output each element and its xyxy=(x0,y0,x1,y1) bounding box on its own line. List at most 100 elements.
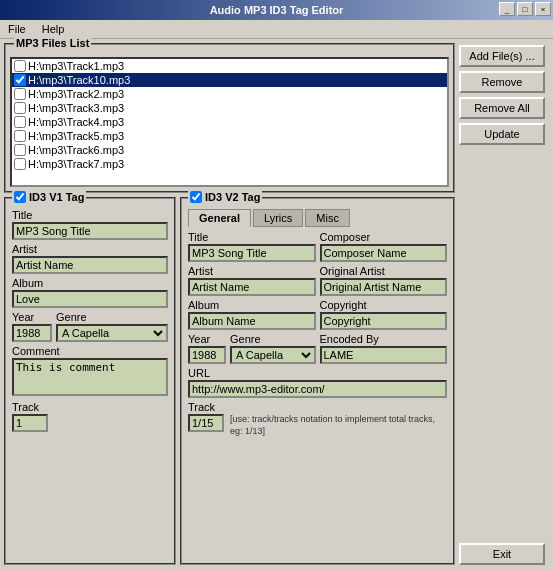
id3v2-composer-label: Composer xyxy=(320,231,448,243)
id3v2-album-label: Album xyxy=(188,299,316,311)
id3v2-label: ID3 V2 Tag xyxy=(205,191,260,203)
file-checkbox-1[interactable] xyxy=(14,60,26,72)
id3v2-year-row: Year Genre A Capella Blues Pop Rock xyxy=(188,333,447,364)
tab-misc[interactable]: Misc xyxy=(305,209,350,227)
id3v1-year-genre-row: Year Genre A Capella Blues Classic Rock … xyxy=(12,311,168,342)
id3v2-composer-input[interactable] xyxy=(320,244,448,262)
id3v2-artist-col: Artist xyxy=(188,265,316,296)
file-item[interactable]: H:\mp3\Track5.mp3 xyxy=(12,129,447,143)
id3v1-year-input[interactable] xyxy=(12,324,52,342)
id3v2-title-label: Title xyxy=(188,231,316,243)
id3v2-copyright-label: Copyright xyxy=(320,299,448,311)
id3v2-orig-artist-label: Original Artist xyxy=(320,265,448,277)
id3v2-artist-row: Artist Original Artist xyxy=(188,265,447,296)
id3v2-tabs: General Lyrics Misc xyxy=(188,209,447,227)
file-checkbox-3[interactable] xyxy=(14,88,26,100)
mp3-list-label: MP3 Files List xyxy=(14,37,91,49)
id3v1-comment-input[interactable]: This is comment xyxy=(12,358,168,396)
close-button[interactable]: × xyxy=(535,2,551,16)
id3v2-url-label: URL xyxy=(188,367,447,379)
id3v2-panel-title: ID3 V2 Tag xyxy=(188,191,262,203)
id3v2-track-label: Track xyxy=(188,401,447,413)
id3v2-url-row: URL xyxy=(188,367,447,398)
id3v2-copyright-input[interactable] xyxy=(320,312,448,330)
exit-button[interactable]: Exit xyxy=(459,543,545,565)
file-checkbox-8[interactable] xyxy=(14,158,26,170)
file-checkbox-7[interactable] xyxy=(14,144,26,156)
right-panel: Add File(s) ... Remove Remove All Update… xyxy=(459,43,549,565)
id3v1-album-input[interactable] xyxy=(12,290,168,308)
tab-general[interactable]: General xyxy=(188,209,251,227)
file-checkbox-6[interactable] xyxy=(14,130,26,142)
file-item[interactable]: H:\mp3\Track3.mp3 xyxy=(12,101,447,115)
id3v2-composer-col: Composer xyxy=(320,231,448,262)
file-item[interactable]: H:\mp3\Track2.mp3 xyxy=(12,87,447,101)
add-files-button[interactable]: Add File(s) ... xyxy=(459,45,545,67)
id3v2-orig-artist-input[interactable] xyxy=(320,278,448,296)
minimize-button[interactable]: _ xyxy=(499,2,515,16)
id3v2-album-row: Album Copyright xyxy=(188,299,447,330)
id3v2-genre-wrap: Genre A Capella Blues Pop Rock xyxy=(230,333,316,364)
main-layout: MP3 Files List H:\mp3\Track1.mp3 H:\mp3\… xyxy=(0,39,553,569)
id3v2-copyright-col: Copyright xyxy=(320,299,448,330)
file-checkbox-2[interactable] xyxy=(14,74,26,86)
id3v1-track-input[interactable] xyxy=(12,414,48,432)
id3v2-track-hint: [use: track/tracks notation to implement… xyxy=(230,414,447,437)
id3v1-genre-label: Genre xyxy=(56,311,168,323)
id3v2-genre-select[interactable]: A Capella Blues Pop Rock xyxy=(230,346,316,364)
id3v1-genre-col: Genre A Capella Blues Classic Rock Count… xyxy=(56,311,168,342)
id3v1-year-col: Year xyxy=(12,311,52,342)
file-checkbox-4[interactable] xyxy=(14,102,26,114)
remove-all-button[interactable]: Remove All xyxy=(459,97,545,119)
id3v1-checkbox[interactable] xyxy=(14,191,26,203)
id3v2-year-input[interactable] xyxy=(188,346,226,364)
id3v1-label: ID3 V1 Tag xyxy=(29,191,84,203)
id3v2-track-input[interactable] xyxy=(188,414,224,432)
file-item[interactable]: H:\mp3\Track6.mp3 xyxy=(12,143,447,157)
id3v2-artist-label: Artist xyxy=(188,265,316,277)
id3v1-year-label: Year xyxy=(12,311,52,323)
maximize-button[interactable]: □ xyxy=(517,2,533,16)
id3v2-track-row: Track [use: track/tracks notation to imp… xyxy=(188,401,447,437)
id3v2-track-hint-row: [use: track/tracks notation to implement… xyxy=(188,414,447,437)
id3v2-artist-input[interactable] xyxy=(188,278,316,296)
id3v2-encoded-label: Encoded By xyxy=(320,333,448,345)
id3v1-title-input[interactable] xyxy=(12,222,168,240)
file-checkbox-5[interactable] xyxy=(14,116,26,128)
id3v2-url-input[interactable] xyxy=(188,380,447,398)
tags-area: ID3 V1 Tag Title Artist Album Year Genre xyxy=(4,197,455,565)
id3v2-panel: ID3 V2 Tag General Lyrics Misc Title xyxy=(180,197,455,565)
id3v2-year-wrap: Year xyxy=(188,333,226,364)
id3v2-title-col: Title xyxy=(188,231,316,262)
mp3-files-group: MP3 Files List H:\mp3\Track1.mp3 H:\mp3\… xyxy=(4,43,455,193)
file-item[interactable]: H:\mp3\Track4.mp3 xyxy=(12,115,447,129)
id3v1-title-label: Title xyxy=(12,209,168,221)
id3v2-album-input[interactable] xyxy=(188,312,316,330)
id3v2-encoded-col: Encoded By xyxy=(320,333,448,364)
file-list[interactable]: H:\mp3\Track1.mp3 H:\mp3\Track10.mp3 H:\… xyxy=(10,57,449,187)
file-item[interactable]: H:\mp3\Track1.mp3 xyxy=(12,59,447,73)
id3v2-orig-artist-col: Original Artist xyxy=(320,265,448,296)
update-button[interactable]: Update xyxy=(459,123,545,145)
id3v2-genre-label: Genre xyxy=(230,333,316,345)
id3v2-encoded-input[interactable] xyxy=(320,346,448,364)
id3v1-genre-select[interactable]: A Capella Blues Classic Rock Country Pop… xyxy=(56,324,168,342)
file-item-selected[interactable]: H:\mp3\Track10.mp3 xyxy=(12,73,447,87)
menu-file[interactable]: File xyxy=(4,22,30,36)
id3v2-checkbox[interactable] xyxy=(190,191,202,203)
id3v2-title-input[interactable] xyxy=(188,244,316,262)
title-bar: Audio MP3 ID3 Tag Editor _ □ × xyxy=(0,0,553,20)
id3v1-comment-label: Comment xyxy=(12,345,168,357)
id3v1-artist-input[interactable] xyxy=(12,256,168,274)
tab-lyrics[interactable]: Lyrics xyxy=(253,209,303,227)
app-title: Audio MP3 ID3 Tag Editor xyxy=(210,4,344,16)
menu-help[interactable]: Help xyxy=(38,22,69,36)
id3v1-panel: ID3 V1 Tag Title Artist Album Year Genre xyxy=(4,197,176,565)
id3v2-general-content: Title Composer Artist xyxy=(188,231,447,437)
remove-button[interactable]: Remove xyxy=(459,71,545,93)
id3v2-year-label: Year xyxy=(188,333,226,345)
id3v1-panel-title: ID3 V1 Tag xyxy=(12,191,86,203)
id3v2-year-genre-col: Year Genre A Capella Blues Pop Rock xyxy=(188,333,316,364)
left-panel: MP3 Files List H:\mp3\Track1.mp3 H:\mp3\… xyxy=(4,43,455,565)
file-item[interactable]: H:\mp3\Track7.mp3 xyxy=(12,157,447,171)
